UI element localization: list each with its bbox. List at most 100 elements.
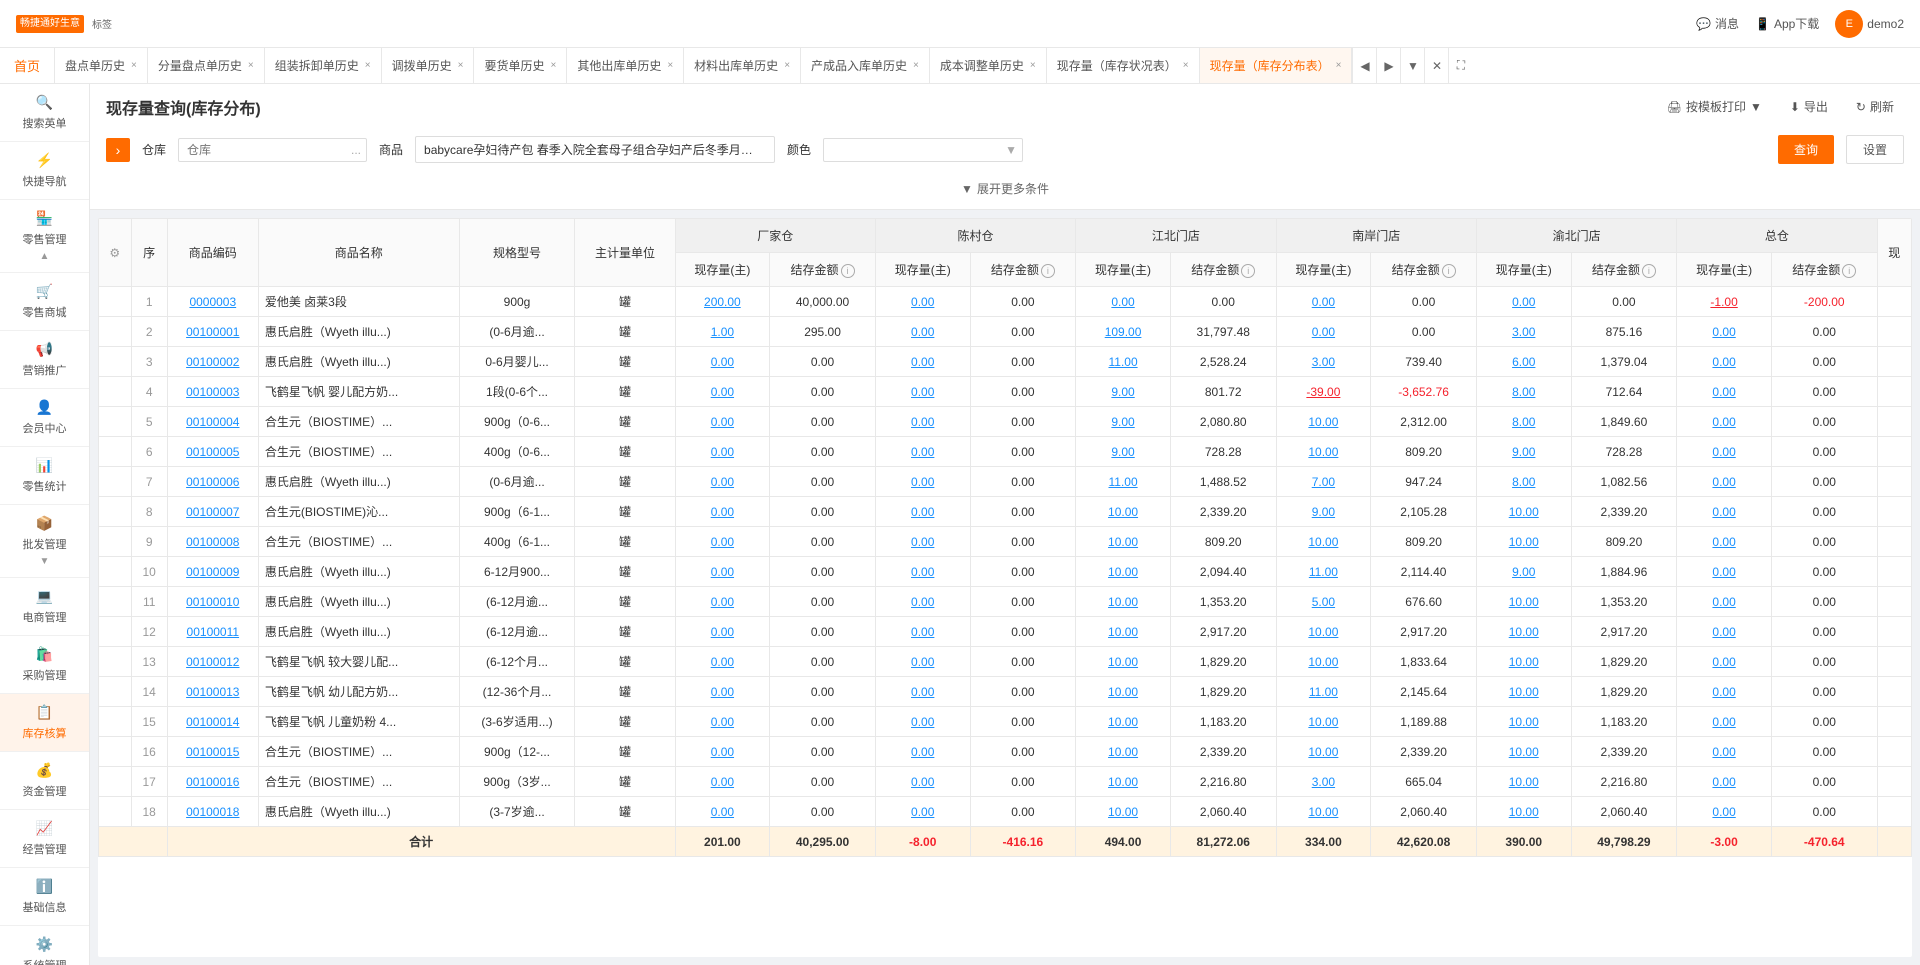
print-btn[interactable]: 🖨 按模板打印 ▼ — [1657, 94, 1772, 119]
th-factory: 厂家仓 — [675, 219, 875, 253]
sidebar-item-quicknav[interactable]: ⚡ 快捷导航 — [0, 142, 89, 200]
members-icon: 👤 — [36, 399, 53, 416]
tab-zuhe[interactable]: 组装拆卸单历史 × — [265, 48, 382, 83]
tab-qitachu[interactable]: 其他出库单历史 × — [567, 48, 684, 83]
header-actions: 🖨 按模板打印 ▼ ⬇ 导出 ↻ 刷新 — [1657, 94, 1904, 119]
tab-xiancun-dist[interactable]: 现存量（库存分布表） × — [1200, 48, 1353, 83]
tab-fenpan[interactable]: 分量盘点单历史 × — [148, 48, 265, 83]
yb-amt-info-icon[interactable]: i — [1642, 264, 1656, 278]
warehouse-input[interactable] — [178, 138, 367, 162]
stats-icon: 📊 — [36, 457, 53, 474]
expand-conditions-btn[interactable]: ▼ 展开更多条件 — [961, 176, 1049, 201]
tab-cailiao[interactable]: 材料出库单历史 × — [684, 48, 801, 83]
page-title-row: 现存量查询(库存分布) 🖨 按模板打印 ▼ ⬇ 导出 ↻ 刷新 — [106, 94, 1904, 119]
refresh-btn[interactable]: ↻ 刷新 — [1846, 94, 1904, 119]
export-btn[interactable]: ⬇ 导出 — [1780, 94, 1838, 119]
table-row: 2 00100001 惠氏启胜（Wyeth illu...) (0-6月逾...… — [99, 317, 1912, 347]
goods-value[interactable]: babycare孕妇待产包 春季入院全套母子组合孕妇产后冬季月子用品 22件套 … — [415, 136, 775, 163]
sidebar: 🔍 搜索英单 ⚡ 快捷导航 🏪 零售管理 ▲ 🛒 零售商城 📢 营销推广 👤 会… — [0, 84, 90, 965]
basic-icon: ℹ️ — [36, 878, 53, 895]
th-no: 序 — [131, 219, 167, 287]
tab-close-all[interactable]: ✕ — [1424, 48, 1448, 84]
th-spec: 规格型号 — [459, 219, 575, 287]
c-amt-info-icon[interactable]: i — [1041, 264, 1055, 278]
th-t-qty: 现存量(主) — [1677, 253, 1772, 287]
print-icon: 🖨 — [1667, 100, 1682, 114]
table-row: 12 00100011 惠氏启胜（Wyeth illu...) (6-12月逾.… — [99, 617, 1912, 647]
sidebar-item-wholesale[interactable]: 📦 批发管理 ▼ — [0, 505, 89, 578]
sidebar-item-purchase[interactable]: 🛍️ 采购管理 — [0, 636, 89, 694]
th-gear[interactable]: ⚙ — [99, 219, 132, 287]
tab-panjian[interactable]: 盘点单历史 × — [55, 48, 148, 83]
sidebar-item-inventory[interactable]: 📋 库存核算 — [0, 694, 89, 752]
na-amt-info-icon[interactable]: i — [1442, 264, 1456, 278]
message-btn[interactable]: 💬 消息 — [1696, 15, 1739, 32]
wholesale-icon: 📦 — [36, 515, 53, 532]
top-bar: 畅捷通好生意 标签 💬 消息 📱 App下载 E demo2 — [0, 0, 1920, 48]
th-jiangbei: 江北门店 — [1076, 219, 1276, 253]
t-amt-info-icon[interactable]: i — [1842, 264, 1856, 278]
inventory-icon: 📋 — [36, 704, 53, 721]
content-area: 现存量查询(库存分布) 🖨 按模板打印 ▼ ⬇ 导出 ↻ 刷新 — [90, 84, 1920, 965]
th-curr: 现 — [1877, 219, 1911, 287]
sidebar-item-system[interactable]: ⚙️ 系统管理 — [0, 926, 89, 965]
sidebar-item-ecommerce[interactable]: 💻 电商管理 — [0, 578, 89, 636]
table-row: 11 00100010 惠氏启胜（Wyeth illu...) (6-12月逾.… — [99, 587, 1912, 617]
tab-expand[interactable]: ⛶ — [1448, 48, 1472, 84]
sidebar-item-marketing[interactable]: 📢 营销推广 — [0, 331, 89, 389]
message-icon: 💬 — [1696, 17, 1711, 31]
tab-diaob[interactable]: 调拨单历史 × — [382, 48, 475, 83]
sidebar-item-operations[interactable]: 📈 经营管理 — [0, 810, 89, 868]
table-row: 5 00100004 合生元（BIOSTIME）... 900g（0-6... … — [99, 407, 1912, 437]
th-jb-qty: 现存量(主) — [1076, 253, 1171, 287]
tab-close[interactable]: × — [365, 60, 371, 71]
table-row: 1 0000003 爱他美 卤莱3段 900g 罐 200.00 40,000.… — [99, 287, 1912, 317]
tab-xiancun-state[interactable]: 现存量（库存状况表） × — [1047, 48, 1200, 83]
f-amt-info-icon[interactable]: i — [841, 264, 855, 278]
tab-close[interactable]: × — [131, 60, 137, 71]
tab-close[interactable]: × — [248, 60, 254, 71]
jb-amt-info-icon[interactable]: i — [1241, 264, 1255, 278]
sidebar-item-retail-stats[interactable]: 📊 零售统计 — [0, 447, 89, 505]
sidebar-item-basic[interactable]: ℹ️ 基础信息 — [0, 868, 89, 926]
tab-close[interactable]: × — [667, 60, 673, 71]
tab-close[interactable]: × — [913, 60, 919, 71]
sidebar-item-members[interactable]: 👤 会员中心 — [0, 389, 89, 447]
tab-close[interactable]: × — [458, 60, 464, 71]
table-row: 9 00100008 合生元（BIOSTIME）... 400g（6-1... … — [99, 527, 1912, 557]
chevron-down-icon: ▼ — [961, 182, 973, 196]
tab-home[interactable]: 首页 — [0, 48, 55, 83]
filter-expand-btn[interactable]: › — [106, 138, 130, 162]
color-select[interactable] — [823, 138, 1023, 162]
logo-sub: 标签 — [92, 16, 112, 31]
system-icon: ⚙️ — [36, 936, 53, 953]
tab-close[interactable]: × — [784, 60, 790, 71]
sidebar-item-retail-mall[interactable]: 🛒 零售商城 — [0, 273, 89, 331]
sidebar-item-search[interactable]: 🔍 搜索英单 — [0, 84, 89, 142]
sidebar-item-finance[interactable]: 💰 资金管理 — [0, 752, 89, 810]
tab-chancheng[interactable]: 产成品入库单历史 × — [801, 48, 930, 83]
logo-box: 畅捷通好生意 — [16, 15, 84, 33]
table-container[interactable]: ⚙ 序 商品编码 商品名称 规格型号 主计量单位 厂家仓 陈村仓 江北门店 南岸… — [98, 218, 1912, 957]
table-row: 3 00100002 惠氏启胜（Wyeth illu...) 0-6月婴儿...… — [99, 347, 1912, 377]
th-chen: 陈村仓 — [875, 219, 1075, 253]
tab-close[interactable]: × — [550, 60, 556, 71]
avatar: E — [1835, 10, 1863, 38]
tab-next[interactable]: ▶ — [1376, 48, 1400, 84]
tab-chengben[interactable]: 成本调整单历史 × — [930, 48, 1047, 83]
user-menu[interactable]: E demo2 — [1835, 10, 1904, 38]
th-f-amt: 结存金额i — [770, 253, 876, 287]
tab-menu[interactable]: ▼ — [1400, 48, 1424, 84]
tab-close[interactable]: × — [1030, 60, 1036, 71]
tab-prev[interactable]: ◀ — [1352, 48, 1376, 84]
app-download-btn[interactable]: 📱 App下载 — [1755, 15, 1819, 32]
tab-close[interactable]: × — [1336, 60, 1342, 71]
tab-yaohuo[interactable]: 要货单历史 × — [474, 48, 567, 83]
tab-close[interactable]: × — [1183, 60, 1189, 71]
table-row: 10 00100009 惠氏启胜（Wyeth illu...) 6-12月900… — [99, 557, 1912, 587]
search-btn[interactable]: 查询 — [1778, 135, 1834, 164]
sidebar-item-retail-mgmt[interactable]: 🏪 零售管理 ▲ — [0, 200, 89, 273]
retail-icon: 🏪 — [36, 210, 53, 227]
table-row: 14 00100013 飞鹤星飞帆 幼儿配方奶... (12-36个月... 罐… — [99, 677, 1912, 707]
settings-btn[interactable]: 设置 — [1846, 135, 1904, 164]
